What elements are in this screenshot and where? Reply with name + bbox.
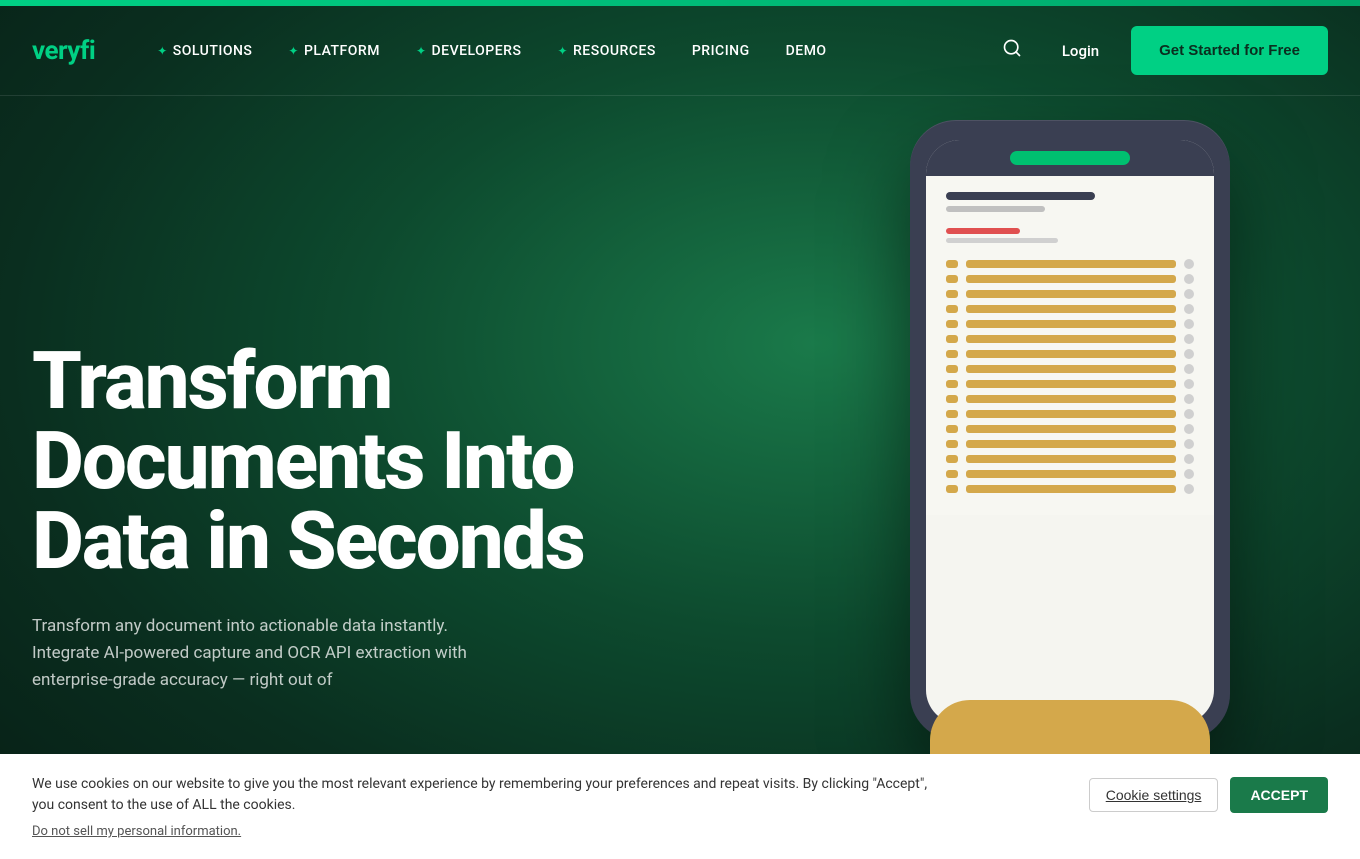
cookie-top-row: We use cookies on our website to give yo… (32, 774, 1328, 816)
platform-icon: ✦ (288, 44, 299, 58)
developers-icon: ✦ (416, 44, 427, 58)
nav-developers[interactable]: ✦ DEVELOPERS (402, 35, 535, 67)
search-button[interactable] (994, 30, 1030, 71)
receipt-row (946, 334, 1194, 344)
receipt-row (946, 289, 1194, 299)
receipt-row (946, 454, 1194, 464)
receipt-row (946, 349, 1194, 359)
hero-subtitle: Transform any document into actionable d… (32, 613, 492, 695)
pricing-label: PRICING (692, 43, 750, 59)
cookie-message: We use cookies on our website to give yo… (32, 774, 932, 816)
phone-notch (926, 140, 1214, 176)
hero-title: Transform Documents Into Data in Seconds (32, 341, 612, 581)
cookie-settings-button[interactable]: Cookie settings (1089, 778, 1219, 812)
phone-pill (1010, 151, 1130, 165)
receipt-row (946, 319, 1194, 329)
demo-label: DEMO (786, 43, 827, 59)
receipt-row (946, 364, 1194, 374)
receipt-line-1 (946, 192, 1095, 200)
accept-button[interactable]: ACCEPT (1230, 777, 1328, 813)
cookie-buttons: Cookie settings ACCEPT (1089, 777, 1328, 813)
receipt-row (946, 439, 1194, 449)
receipt-row (946, 304, 1194, 314)
receipt-row (946, 409, 1194, 419)
receipt-row (946, 379, 1194, 389)
get-started-button[interactable]: Get Started for Free (1131, 26, 1328, 75)
nav-platform[interactable]: ✦ PLATFORM (274, 35, 394, 67)
main-nav: veryfi ✦ SOLUTIONS ✦ PLATFORM ✦ DEVELOPE… (0, 6, 1360, 96)
receipt-content (926, 176, 1214, 515)
nav-links: ✦ SOLUTIONS ✦ PLATFORM ✦ DEVELOPERS ✦ RE… (143, 35, 994, 67)
receipt-row (946, 259, 1194, 269)
solutions-icon: ✦ (157, 44, 168, 58)
solutions-label: SOLUTIONS (173, 43, 253, 59)
receipt-line-3 (946, 228, 1020, 234)
nav-right: Login Get Started for Free (994, 26, 1328, 75)
hero-text-block: Transform Documents Into Data in Seconds… (32, 261, 612, 695)
resources-label: RESOURCES (573, 43, 656, 59)
nav-demo[interactable]: DEMO (772, 35, 841, 67)
receipt-row (946, 424, 1194, 434)
receipt-line-4 (946, 238, 1058, 243)
login-button[interactable]: Login (1050, 34, 1111, 68)
receipt-row (946, 484, 1194, 494)
cookie-banner: We use cookies on our website to give yo… (0, 754, 1360, 859)
phone-screen (926, 140, 1214, 724)
developers-label: DEVELOPERS (432, 43, 522, 59)
receipt-row (946, 469, 1194, 479)
logo-text: veryfi (32, 36, 95, 66)
resources-icon: ✦ (557, 44, 568, 58)
receipt-row (946, 394, 1194, 404)
nav-solutions[interactable]: ✦ SOLUTIONS (143, 35, 266, 67)
do-not-sell-link[interactable]: Do not sell my personal information. (32, 824, 1328, 839)
nav-resources[interactable]: ✦ RESOURCES (543, 35, 669, 67)
phone-base-decoration (930, 700, 1210, 760)
logo[interactable]: veryfi (32, 36, 95, 66)
receipt-row (946, 274, 1194, 284)
phone-body (910, 120, 1230, 740)
nav-pricing[interactable]: PRICING (678, 35, 764, 67)
platform-label: PLATFORM (304, 43, 380, 59)
phone-illustration (880, 120, 1260, 760)
receipt-line-2 (946, 206, 1045, 212)
